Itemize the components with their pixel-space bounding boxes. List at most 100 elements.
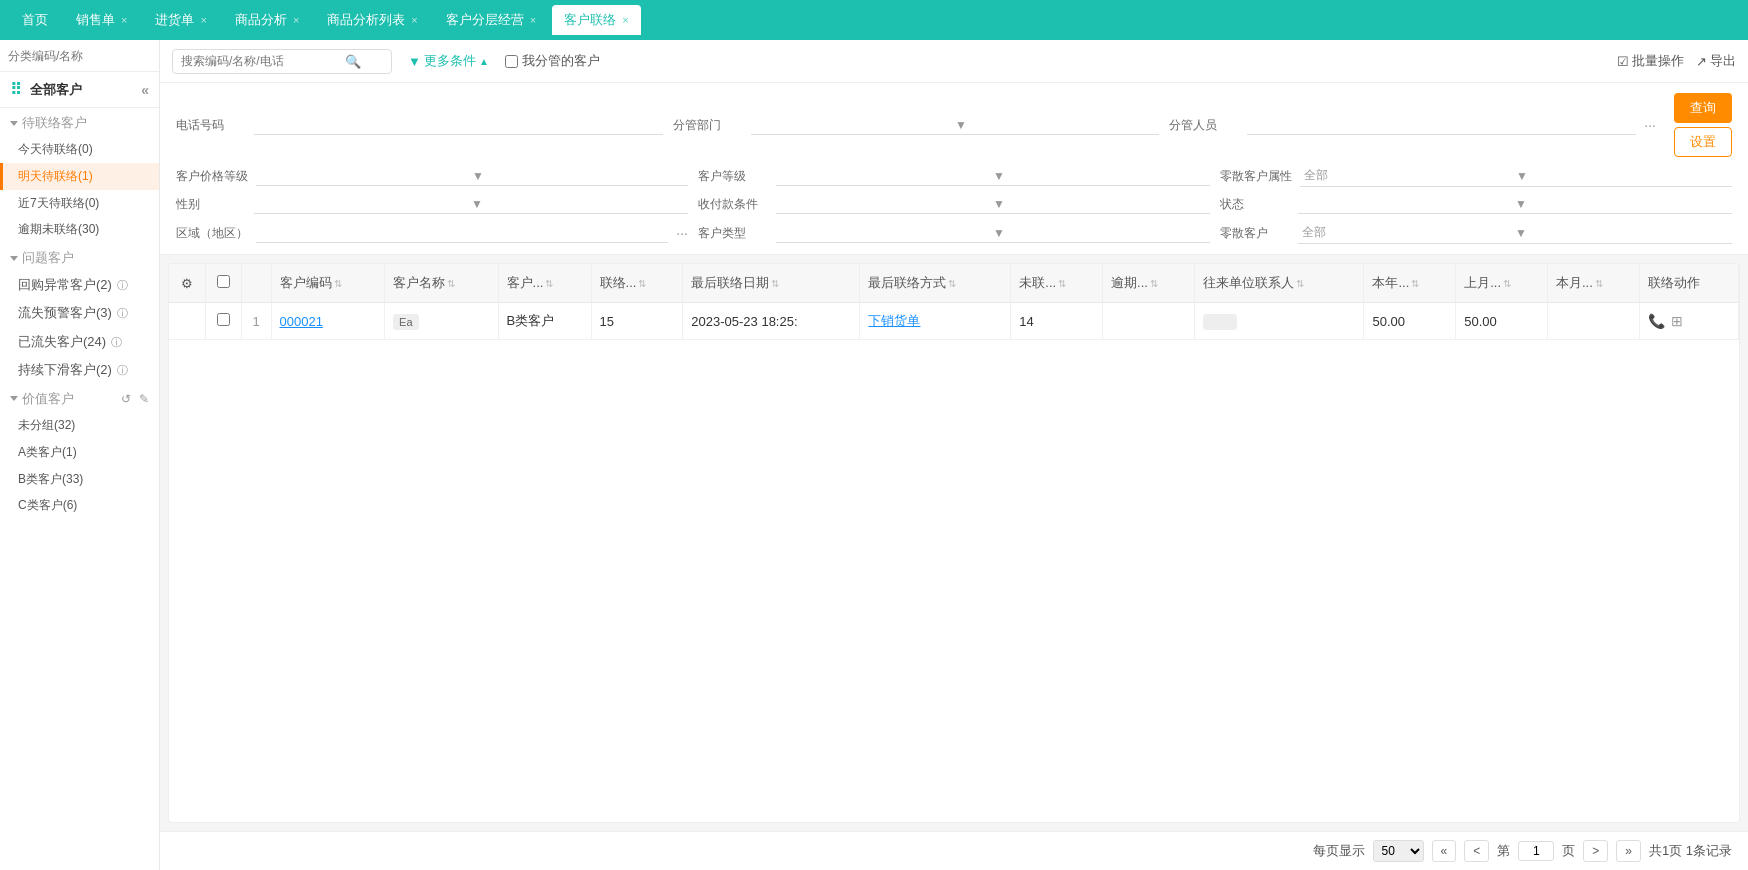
th-last-contact-method[interactable]: 最后联络方式 ⇅	[860, 264, 1011, 303]
td-code[interactable]: 000021	[271, 303, 385, 340]
search-input[interactable]	[181, 54, 341, 68]
total-info: 共1页 1条记录	[1649, 842, 1732, 860]
th-name[interactable]: 客户名称 ⇅	[385, 264, 499, 303]
filter-cell-status: 状态 ▼	[1220, 195, 1732, 214]
status-select[interactable]: ▼	[1298, 195, 1732, 214]
sidebar-section-value[interactable]: 价值客户 ↺ ✎	[0, 384, 159, 412]
nav-close-icon[interactable]: ×	[530, 14, 536, 26]
export-button[interactable]: ↗ 导出	[1696, 52, 1736, 70]
sidebar-item-churn-warning[interactable]: 流失预警客户(3) ⓘ	[0, 299, 159, 327]
price-level-select[interactable]: ▼	[256, 167, 688, 186]
customer-code-link[interactable]: 000021	[280, 314, 323, 329]
phone-input[interactable]	[254, 116, 663, 135]
gender-select[interactable]: ▼	[254, 195, 688, 214]
th-overdue[interactable]: 逾期... ⇅	[1103, 264, 1195, 303]
sidebar-item-declining[interactable]: 持续下滑客户(2) ⓘ	[0, 356, 159, 384]
sidebar-item-churned[interactable]: 已流失客户(24) ⓘ	[0, 328, 159, 356]
th-gear[interactable]: ⚙	[169, 264, 205, 303]
gear-icon[interactable]: ⚙	[181, 276, 193, 291]
sidebar-item-repurchase-abnormal[interactable]: 回购异常客户(2) ⓘ	[0, 271, 159, 299]
sidebar-item-overdue-contact[interactable]: 逾期未联络(30)	[0, 216, 159, 243]
retail-attr-select[interactable]: 全部 ▼	[1300, 165, 1732, 187]
nav-close-icon[interactable]: ×	[411, 14, 417, 26]
payment-select[interactable]: ▼	[776, 195, 1210, 214]
table-footer: 每页显示 50 100 200 « < 第 页 > » 共1页 1条记录	[160, 831, 1748, 870]
filter-cell-payment: 收付款条件 ▼	[698, 195, 1210, 214]
nav-purchase-order[interactable]: 进货单 ×	[143, 5, 218, 35]
nav-home[interactable]: 首页	[10, 5, 60, 35]
my-customers-checkbox[interactable]	[505, 55, 518, 68]
retail-customer-select[interactable]: 全部 ▼	[1298, 222, 1732, 244]
next-page-button[interactable]: >	[1583, 840, 1608, 862]
page-input[interactable]	[1518, 841, 1554, 861]
nav-product-analysis-list[interactable]: 商品分析列表 ×	[315, 5, 429, 35]
query-button[interactable]: 查询	[1674, 93, 1732, 123]
nav-sales-order[interactable]: 销售单 ×	[64, 5, 139, 35]
td-last-contact-method[interactable]: 下销货单	[860, 303, 1011, 340]
batch-op-button[interactable]: ☑ 批量操作	[1617, 52, 1684, 70]
my-customers-checkbox-label[interactable]: 我分管的客户	[505, 52, 600, 70]
th-last-month[interactable]: 上月... ⇅	[1456, 264, 1548, 303]
nav-close-icon[interactable]: ×	[293, 14, 299, 26]
sidebar-collapse-icon[interactable]: «	[141, 82, 149, 98]
phone-label: 电话号码	[176, 117, 246, 134]
th-this-year[interactable]: 本年... ⇅	[1364, 264, 1456, 303]
customer-level-select[interactable]: ▼	[776, 167, 1210, 186]
filter-cell-manager: 分管人员 ···	[1169, 116, 1656, 135]
sidebar-item-ungrouped[interactable]: 未分组(32)	[0, 412, 159, 439]
row-checkbox[interactable]	[217, 313, 230, 326]
edit-icon[interactable]: ✎	[139, 392, 149, 406]
grid-action-icon[interactable]: ⊞	[1671, 313, 1683, 329]
sidebar-item-c-customers[interactable]: C类客户(6)	[0, 492, 159, 519]
dept-select[interactable]: ▼	[751, 116, 1160, 135]
nav-close-icon[interactable]: ×	[622, 14, 628, 26]
set-button[interactable]: 设置	[1674, 127, 1732, 157]
sidebar-search-input[interactable]	[8, 49, 158, 63]
sidebar-all-customers[interactable]: ⠿ 全部客户 «	[0, 72, 159, 108]
td-checkbox[interactable]	[205, 303, 241, 340]
refresh-icon[interactable]: ↺	[121, 392, 131, 406]
sidebar-item-a-customers[interactable]: A类客户(1)	[0, 439, 159, 466]
sidebar-item-b-customers[interactable]: B类客户(33)	[0, 466, 159, 493]
nav-close-icon[interactable]: ×	[200, 14, 206, 26]
td-contacts: 15	[591, 303, 683, 340]
last-page-button[interactable]: »	[1616, 840, 1641, 862]
sidebar-item-today-contact[interactable]: 今天待联络(0)	[0, 136, 159, 163]
first-page-button[interactable]: «	[1432, 840, 1457, 862]
per-page-label: 每页显示	[1313, 842, 1365, 860]
th-this-month[interactable]: 本月... ⇅	[1547, 264, 1639, 303]
th-contacts[interactable]: 联络... ⇅	[591, 264, 683, 303]
sidebar-section-pending[interactable]: 待联络客户	[0, 108, 159, 136]
th-unit-contact[interactable]: 往来单位联系人 ⇅	[1194, 264, 1364, 303]
sidebar-item-tomorrow-contact[interactable]: 明天待联络(1)	[0, 163, 159, 190]
sidebar-section-problem[interactable]: 问题客户	[0, 243, 159, 271]
filter-panel: 电话号码 分管部门 ▼ 分管人员 ··· 查询 设置	[160, 83, 1748, 255]
select-all-checkbox[interactable]	[217, 275, 230, 288]
region-more-icon[interactable]: ···	[676, 225, 688, 241]
th-category[interactable]: 客户... ⇅	[498, 264, 591, 303]
top-navigation: 首页 销售单 × 进货单 × 商品分析 × 商品分析列表 × 客户分层经营 × …	[0, 0, 1748, 40]
phone-action-icon[interactable]: 📞	[1648, 313, 1665, 329]
chevron-down-icon: ▼	[993, 169, 1206, 183]
manager-input[interactable]	[1247, 116, 1636, 135]
th-checkbox[interactable]	[205, 264, 241, 303]
region-input[interactable]	[256, 224, 668, 243]
nav-customer-contact[interactable]: 客户联络 ×	[552, 5, 640, 35]
prev-page-button[interactable]: <	[1464, 840, 1489, 862]
nav-close-icon[interactable]: ×	[121, 14, 127, 26]
per-page-select[interactable]: 50 100 200	[1373, 840, 1424, 862]
sidebar-item-7days-contact[interactable]: 近7天待联络(0)	[0, 190, 159, 217]
more-filter-button[interactable]: ▼ 更多条件 ▲	[400, 48, 497, 74]
th-code[interactable]: 客户编码 ⇅	[271, 264, 385, 303]
search-icon[interactable]: 🔍	[345, 54, 361, 69]
contact-method-link[interactable]: 下销货单	[868, 313, 920, 328]
sidebar-search-wrapper: 🔍	[0, 40, 159, 72]
nav-customer-tier[interactable]: 客户分层经营 ×	[434, 5, 548, 35]
td-name[interactable]: Ea	[385, 303, 499, 340]
nav-product-analysis[interactable]: 商品分析 ×	[223, 5, 311, 35]
customer-type-select[interactable]: ▼	[776, 224, 1210, 243]
manager-more-icon[interactable]: ···	[1644, 117, 1656, 133]
th-not-contacted[interactable]: 未联... ⇅	[1011, 264, 1103, 303]
th-last-contact-date[interactable]: 最后联络日期 ⇅	[683, 264, 860, 303]
filter-cell-retail-attr: 零散客户属性 全部 ▼	[1220, 165, 1732, 187]
